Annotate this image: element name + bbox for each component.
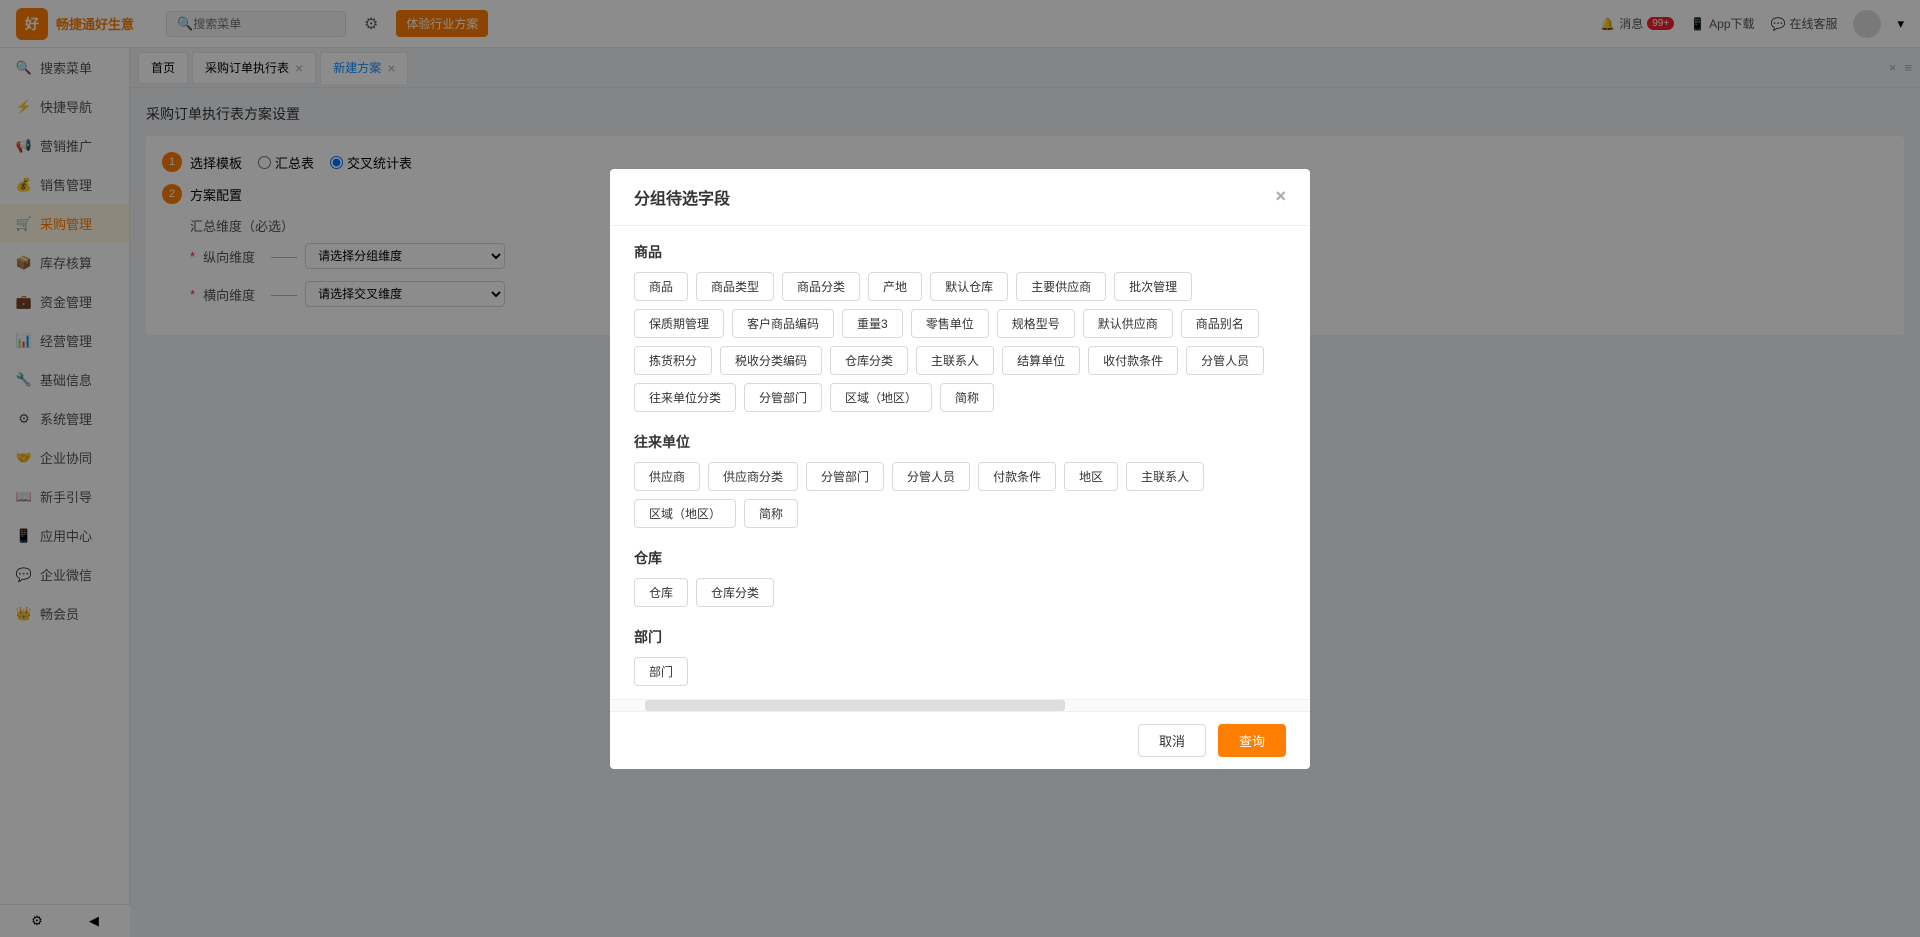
field-trade-unit-category[interactable]: 往来单位分类 <box>634 383 736 412</box>
field-payment-terms[interactable]: 收付款条件 <box>1088 346 1178 375</box>
section-product-fields: 商品 商品类型 商品分类 产地 默认仓库 主要供应商 批次管理 保质期管理 客户… <box>634 272 1286 412</box>
field-main-contact[interactable]: 主联系人 <box>916 346 994 375</box>
field-supplier[interactable]: 供应商 <box>634 462 700 491</box>
field-product-alias[interactable]: 商品别名 <box>1181 309 1259 338</box>
field-main-supplier[interactable]: 主要供应商 <box>1016 272 1106 301</box>
field-short-name1[interactable]: 简称 <box>940 383 994 412</box>
field-warehouse-category[interactable]: 仓库分类 <box>830 346 908 375</box>
field-payment-condition[interactable]: 付款条件 <box>978 462 1056 491</box>
field-settlement-unit[interactable]: 结算单位 <box>1002 346 1080 375</box>
field-weight3[interactable]: 重量3 <box>842 309 903 338</box>
field-region1[interactable]: 区域（地区） <box>830 383 932 412</box>
section-department-fields: 部门 <box>634 657 1286 686</box>
field-warehouse-category2[interactable]: 仓库分类 <box>696 578 774 607</box>
field-staff[interactable]: 分管人员 <box>892 462 970 491</box>
confirm-button[interactable]: 查询 <box>1218 724 1286 757</box>
modal-scrollbar-thumb <box>645 700 1065 711</box>
field-customer-product-code[interactable]: 客户商品编码 <box>732 309 834 338</box>
modal: 分组待选字段 × 商品 商品 商品类型 商品分类 产地 默认仓库 主要供应商 批… <box>610 169 1310 769</box>
field-warehouse[interactable]: 仓库 <box>634 578 688 607</box>
field-area[interactable]: 地区 <box>1064 462 1118 491</box>
modal-close-button[interactable]: × <box>1275 186 1286 207</box>
field-spec-model[interactable]: 规格型号 <box>997 309 1075 338</box>
field-tax-code[interactable]: 税收分类编码 <box>720 346 822 375</box>
field-batch-mgmt[interactable]: 批次管理 <box>1114 272 1192 301</box>
cancel-button[interactable]: 取消 <box>1138 724 1206 757</box>
field-department[interactable]: 部门 <box>634 657 688 686</box>
section-product-title: 商品 <box>634 242 1286 262</box>
field-region2[interactable]: 区域（地区） <box>634 499 736 528</box>
field-product-type[interactable]: 商品类型 <box>696 272 774 301</box>
modal-title: 分组待选字段 <box>634 185 730 209</box>
section-product: 商品 商品 商品类型 商品分类 产地 默认仓库 主要供应商 批次管理 保质期管理… <box>634 242 1286 412</box>
field-pick-points[interactable]: 拣货积分 <box>634 346 712 375</box>
field-supplier-category[interactable]: 供应商分类 <box>708 462 798 491</box>
field-origin[interactable]: 产地 <box>868 272 922 301</box>
field-short-name2[interactable]: 简称 <box>744 499 798 528</box>
section-department-title: 部门 <box>634 627 1286 647</box>
modal-overlay: 分组待选字段 × 商品 商品 商品类型 商品分类 产地 默认仓库 主要供应商 批… <box>0 0 1920 937</box>
field-product-category[interactable]: 商品分类 <box>782 272 860 301</box>
section-trade-unit-fields: 供应商 供应商分类 分管部门 分管人员 付款条件 地区 主联系人 区域（地区） … <box>634 462 1286 528</box>
section-trade-unit: 往来单位 供应商 供应商分类 分管部门 分管人员 付款条件 地区 主联系人 区域… <box>634 432 1286 528</box>
section-warehouse-title: 仓库 <box>634 548 1286 568</box>
modal-footer: 取消 查询 <box>610 711 1310 769</box>
field-product[interactable]: 商品 <box>634 272 688 301</box>
field-retail-unit[interactable]: 零售单位 <box>911 309 989 338</box>
field-dept[interactable]: 分管部门 <box>806 462 884 491</box>
section-warehouse-fields: 仓库 仓库分类 <box>634 578 1286 607</box>
field-main-contact2[interactable]: 主联系人 <box>1126 462 1204 491</box>
field-default-warehouse[interactable]: 默认仓库 <box>930 272 1008 301</box>
field-managing-dept[interactable]: 分管部门 <box>744 383 822 412</box>
modal-body: 商品 商品 商品类型 商品分类 产地 默认仓库 主要供应商 批次管理 保质期管理… <box>610 226 1310 699</box>
section-warehouse: 仓库 仓库 仓库分类 <box>634 548 1286 607</box>
section-department: 部门 部门 <box>634 627 1286 686</box>
field-shelf-life[interactable]: 保质期管理 <box>634 309 724 338</box>
modal-horizontal-scrollbar[interactable] <box>610 699 1310 711</box>
section-trade-unit-title: 往来单位 <box>634 432 1286 452</box>
modal-header: 分组待选字段 × <box>610 169 1310 226</box>
field-default-supplier[interactable]: 默认供应商 <box>1083 309 1173 338</box>
field-supervisor[interactable]: 分管人员 <box>1186 346 1264 375</box>
